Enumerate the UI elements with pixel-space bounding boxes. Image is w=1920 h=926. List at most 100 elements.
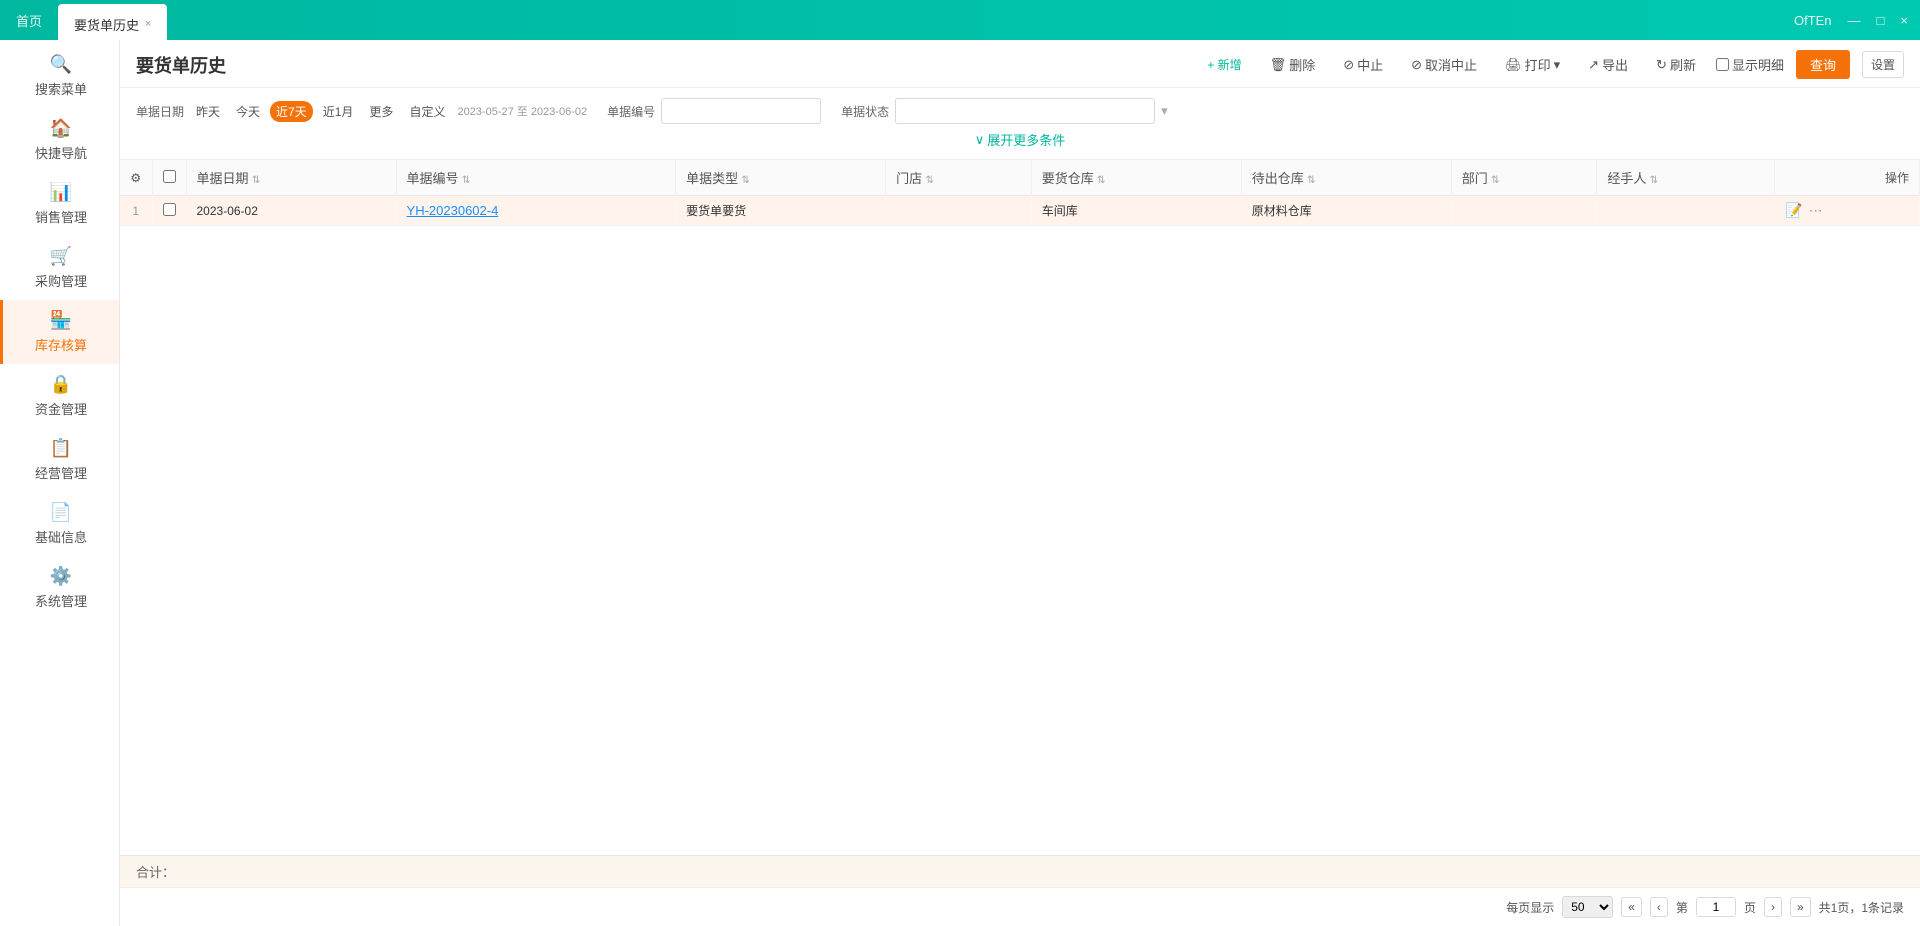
refresh-icon: ↻ (1656, 57, 1667, 73)
page-size-select[interactable]: 10 20 50 100 (1562, 896, 1613, 918)
sidebar-item-purchase-label: 采购管理 (35, 271, 87, 290)
row-actions: 📝 ⋯ (1775, 196, 1920, 226)
page-header: 要货单历史 + 新增 🗑 删除 ⊘ 中止 ⊘ 取消中止 🖨 打印 (120, 40, 1920, 88)
table-body: 1 2023-06-02 YH-20230602-4 要货单要货 车间库 原材料… (120, 196, 1920, 226)
display-detail-label: 显示明细 (1732, 55, 1784, 74)
sidebar-item-search-menu-label: 搜索菜单 (35, 79, 87, 98)
sidebar-item-finance[interactable]: 🔒 资金管理 (0, 364, 119, 428)
status-dropdown-icon[interactable]: ▾ (1161, 103, 1168, 119)
tab-close-icon[interactable]: × (145, 18, 151, 30)
docno-filter-label: 单据编号 (607, 103, 655, 120)
tab-active[interactable]: 要货单历史 × (58, 4, 167, 44)
shortcut-today[interactable]: 今天 (230, 101, 266, 122)
next-page-btn[interactable]: › (1764, 897, 1782, 917)
page-title: 要货单历史 (136, 52, 226, 78)
toolbar: + 新增 🗑 删除 ⊘ 中止 ⊘ 取消中止 🖨 打印 ▾ (1199, 50, 1904, 79)
cancel-stop-button[interactable]: ⊘ 取消中止 (1403, 51, 1485, 78)
tab-home[interactable]: 首页 (0, 0, 58, 40)
th-checkbox[interactable] (152, 160, 186, 196)
quick-nav-icon: 🏠 (50, 118, 72, 139)
date-filter-label: 单据日期 (136, 103, 184, 120)
row-checkbox-cell[interactable] (152, 196, 186, 226)
sidebar-item-operations[interactable]: 📋 经营管理 (0, 428, 119, 492)
sidebar-item-finance-label: 资金管理 (35, 399, 87, 418)
row-edit-icon[interactable]: 📝 (1785, 202, 1802, 219)
print-dropdown-icon: ▾ (1554, 57, 1561, 73)
sidebar-item-inventory[interactable]: 🏪 库存核算 (0, 300, 119, 364)
prev-page-btn[interactable]: ‹ (1650, 897, 1668, 917)
sidebar-item-sales[interactable]: 📊 销售管理 (0, 172, 119, 236)
sidebar-item-quick-nav[interactable]: 🏠 快捷导航 (0, 108, 119, 172)
top-bar-often[interactable]: OfTEn (1794, 13, 1832, 28)
tab-bar: 首页 要货单历史 × (0, 0, 167, 40)
sort-department: ⇅ (1491, 175, 1499, 186)
purchase-icon: 🛒 (50, 246, 72, 267)
delete-icon: 🗑 (1270, 57, 1287, 73)
top-bar-minimize[interactable]: — (1848, 13, 1861, 28)
expand-chevron-icon: ∨ (975, 132, 985, 148)
stop-button[interactable]: ⊘ 中止 (1335, 51, 1391, 78)
th-store[interactable]: 门店 ⇅ (886, 160, 1032, 196)
table-header: ⚙ 单据日期 ⇅ 单据编号 ⇅ 单据类型 (120, 160, 1920, 196)
doc-no-link[interactable]: YH-20230602-4 (407, 203, 499, 218)
last-page-btn[interactable]: » (1790, 897, 1811, 917)
th-doc-type[interactable]: 单据类型 ⇅ (676, 160, 886, 196)
top-bar-right: OfTEn — □ × (1794, 13, 1920, 28)
query-button[interactable]: 查询 (1796, 50, 1850, 79)
sidebar-item-purchase[interactable]: 🛒 采购管理 (0, 236, 119, 300)
display-detail-toggle[interactable]: 显示明细 (1716, 55, 1784, 74)
th-handler[interactable]: 经手人 ⇅ (1597, 160, 1775, 196)
th-req-warehouse-label: 要货仓库 (1042, 171, 1094, 186)
th-pending-warehouse[interactable]: 待出仓库 ⇅ (1241, 160, 1451, 196)
row-doc-no[interactable]: YH-20230602-4 (396, 196, 676, 226)
th-req-warehouse[interactable]: 要货仓库 ⇅ (1031, 160, 1241, 196)
refresh-button[interactable]: ↻ 刷新 (1648, 51, 1704, 78)
row-more-icon[interactable]: ⋯ (1809, 202, 1823, 219)
th-doc-no-label: 单据编号 (407, 171, 459, 186)
sidebar-item-basic-info[interactable]: 📄 基础信息 (0, 492, 119, 556)
th-settings[interactable]: ⚙ (120, 160, 152, 196)
status-filter-input[interactable] (895, 98, 1155, 124)
top-bar-close[interactable]: × (1900, 13, 1908, 28)
sort-store: ⇅ (925, 175, 933, 186)
action-buttons: 📝 ⋯ (1785, 202, 1909, 219)
sidebar-item-inventory-label: 库存核算 (35, 335, 87, 354)
row-checkbox[interactable] (163, 203, 176, 216)
sidebar-item-search-menu[interactable]: 🔍 搜索菜单 (0, 44, 119, 108)
shortcut-more[interactable]: 更多 (363, 101, 399, 122)
page-number-input[interactable] (1696, 897, 1736, 917)
table-row[interactable]: 1 2023-06-02 YH-20230602-4 要货单要货 车间库 原材料… (120, 196, 1920, 226)
sidebar-item-system[interactable]: ⚙️ 系统管理 (0, 556, 119, 620)
new-button[interactable]: + 新增 (1199, 52, 1249, 77)
date-range-display: 2023-05-27 至 2023-06-02 (457, 103, 587, 119)
sidebar-item-sales-label: 销售管理 (35, 207, 87, 226)
shortcut-1month[interactable]: 近1月 (317, 101, 360, 122)
filter-bar: 单据日期 昨天 今天 近7天 近1月 更多 自定义 2023-05-27 至 2… (120, 88, 1920, 160)
th-doc-date[interactable]: 单据日期 ⇅ (186, 160, 396, 196)
display-detail-checkbox[interactable] (1716, 58, 1729, 71)
row-req-warehouse: 车间库 (1031, 196, 1241, 226)
docno-filter-input[interactable] (661, 98, 821, 124)
sort-req-warehouse: ⇅ (1097, 175, 1105, 186)
expand-more-btn[interactable]: ∨ 展开更多条件 (975, 130, 1066, 149)
status-filter-label: 单据状态 (841, 103, 889, 120)
row-doc-type: 要货单要货 (676, 196, 886, 226)
select-all-checkbox[interactable] (163, 170, 176, 183)
th-department[interactable]: 部门 ⇅ (1451, 160, 1597, 196)
th-doc-no[interactable]: 单据编号 ⇅ (396, 160, 676, 196)
tab-active-label: 要货单历史 (74, 15, 139, 34)
shortcut-custom[interactable]: 自定义 (403, 101, 451, 122)
total-info: 共1页，1条记录 (1819, 899, 1904, 916)
delete-button[interactable]: 🗑 删除 (1262, 51, 1324, 78)
row-num: 1 (120, 196, 152, 226)
shortcut-7days[interactable]: 近7天 (270, 101, 313, 122)
settings-button[interactable]: 设置 (1862, 51, 1904, 78)
top-bar-maximize[interactable]: □ (1877, 13, 1885, 28)
status-filter-group: 单据状态 ▾ (841, 98, 1168, 124)
row-department (1451, 196, 1597, 226)
export-button[interactable]: ↗ 导出 (1580, 51, 1636, 78)
print-button[interactable]: 🖨 打印 ▾ (1497, 51, 1568, 78)
first-page-btn[interactable]: « (1621, 897, 1642, 917)
shortcut-yesterday[interactable]: 昨天 (190, 101, 226, 122)
export-icon: ↗ (1588, 57, 1599, 73)
